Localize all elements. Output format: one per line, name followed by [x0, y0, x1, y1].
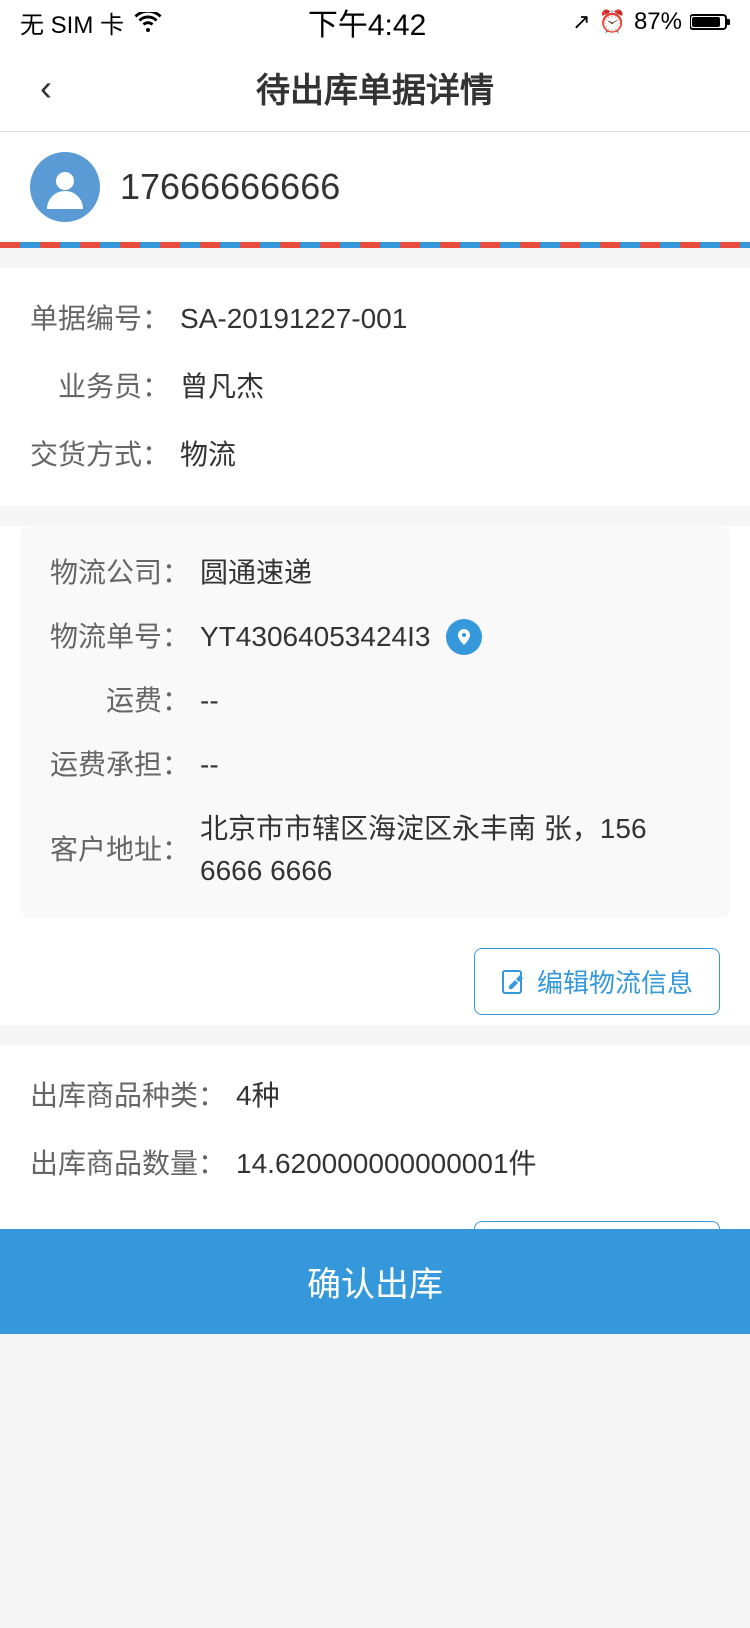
location-status-icon: ↗ [572, 9, 590, 35]
confirm-outbound-button[interactable]: 确认出库 [0, 1229, 750, 1334]
order-no-value: SA-20191227-001 [180, 298, 720, 340]
salesperson-label: 业务员： [30, 366, 170, 408]
tracking-no-label: 物流单号： [50, 616, 190, 658]
order-no-label: 单据编号： [30, 298, 170, 340]
status-left: 无 SIM 卡 [20, 5, 162, 40]
user-header: 17666666666 [0, 132, 750, 242]
location-track-icon[interactable] [446, 619, 482, 655]
avatar [30, 152, 100, 222]
bottom-spacer [0, 1318, 750, 1518]
freight-bear-row: 运费承担： -- [50, 744, 700, 786]
salesperson-row: 业务员： 曾凡杰 [30, 366, 720, 408]
freight-label: 运费： [50, 680, 190, 722]
edit-logistics-button[interactable]: 编辑物流信息 [474, 948, 720, 1015]
edit-btn-container: 编辑物流信息 [0, 928, 750, 1025]
freight-bear-label: 运费承担： [50, 744, 190, 786]
status-right: ↗ ⏰ 87% [572, 8, 730, 36]
goods-types-row: 出库商品种类： 4种 [30, 1075, 720, 1117]
delivery-method-row: 交货方式： 物流 [30, 434, 720, 476]
nav-bar: ‹ 待出库单据详情 [0, 44, 750, 132]
address-row: 客户地址： 北京市市辖区海淀区永丰南 张，156 6666 6666 [50, 808, 700, 892]
salesperson-value: 曾凡杰 [180, 366, 720, 408]
section-divider-1 [0, 1025, 750, 1045]
logistics-card: 物流公司： 圆通速递 物流单号： YT43064053424I3 [20, 526, 730, 918]
tracking-no-row: 物流单号： YT43064053424I3 [50, 616, 700, 658]
goods-info-section: 出库商品种类： 4种 出库商品数量： 14.620000000000001件 [0, 1045, 750, 1205]
edit-icon [501, 969, 527, 995]
goods-types-value: 4种 [236, 1075, 720, 1117]
confirm-outbound-label: 确认出库 [307, 1266, 443, 1304]
battery-icon [690, 12, 730, 32]
carrier-label: 无 SIM 卡 [20, 5, 124, 40]
basic-info-section: 单据编号： SA-20191227-001 业务员： 曾凡杰 交货方式： 物流 [0, 268, 750, 506]
logistics-company-row: 物流公司： 圆通速递 [50, 552, 700, 594]
alarm-icon: ⏰ [599, 9, 626, 35]
freight-bear-value: -- [200, 744, 700, 786]
freight-value: -- [200, 680, 700, 722]
status-bar: 无 SIM 卡 下午4:42 ↗ ⏰ 87% [0, 0, 750, 44]
goods-quantity-value: 14.620000000000001件 [236, 1143, 720, 1185]
goods-quantity-label: 出库商品数量： [30, 1143, 226, 1185]
logistics-company-label: 物流公司： [50, 552, 190, 594]
goods-quantity-row: 出库商品数量： 14.620000000000001件 [30, 1143, 720, 1185]
avatar-icon [43, 165, 87, 209]
logistics-company-value: 圆通速递 [200, 552, 700, 594]
battery-label: 87% [634, 8, 682, 36]
back-button[interactable]: ‹ [30, 57, 62, 119]
freight-row: 运费： -- [50, 680, 700, 722]
order-no-row: 单据编号： SA-20191227-001 [30, 298, 720, 340]
status-time: 下午4:42 [308, 0, 426, 44]
goods-types-label: 出库商品种类： [30, 1075, 226, 1117]
wifi-icon [134, 12, 162, 32]
delivery-method-value: 物流 [180, 434, 720, 476]
user-phone: 17666666666 [120, 166, 340, 208]
page-title: 待出库单据详情 [256, 63, 494, 112]
logistics-section: 物流公司： 圆通速递 物流单号： YT43064053424I3 [0, 526, 750, 928]
address-value: 北京市市辖区海淀区永丰南 张，156 6666 6666 [200, 808, 700, 892]
delivery-method-label: 交货方式： [30, 434, 170, 476]
address-label: 客户地址： [50, 829, 190, 871]
tracking-no-value: YT43064053424I3 [200, 616, 700, 658]
dashed-divider [0, 242, 750, 248]
